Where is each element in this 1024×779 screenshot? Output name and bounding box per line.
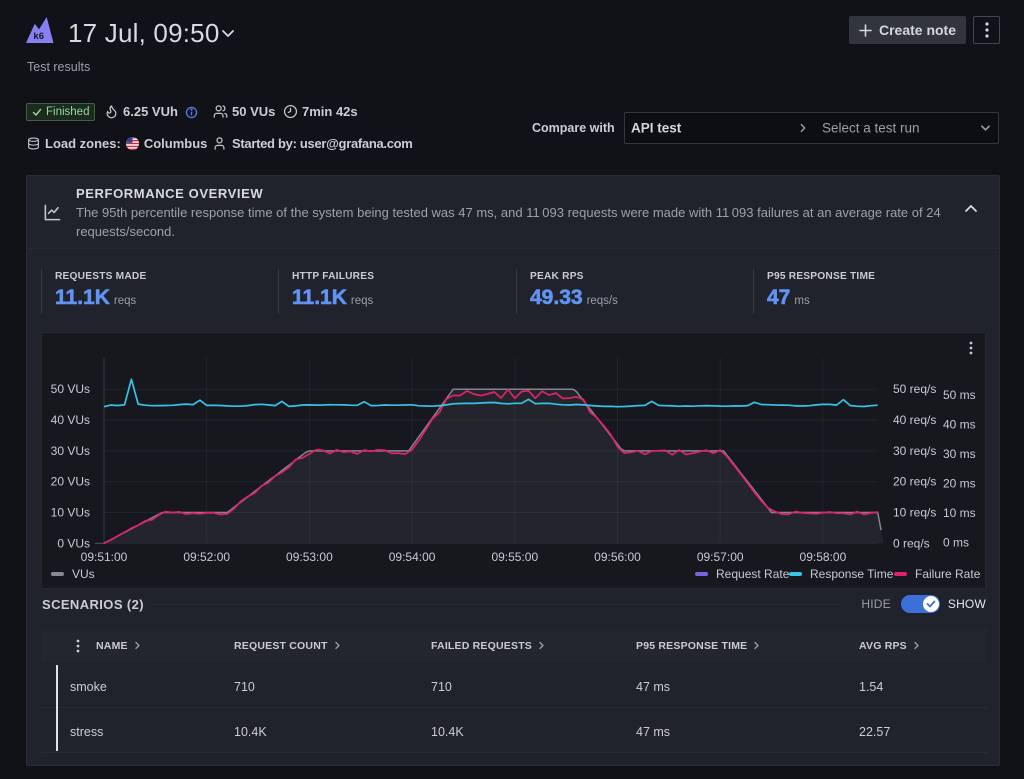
svg-text:0 ms: 0 ms bbox=[943, 536, 969, 550]
svg-text:40 ms: 40 ms bbox=[943, 418, 976, 432]
svg-text:09:57:00: 09:57:00 bbox=[697, 550, 744, 564]
svg-text:10 req/s: 10 req/s bbox=[893, 506, 936, 520]
svg-text:09:52:00: 09:52:00 bbox=[183, 550, 230, 564]
svg-text:30 req/s: 30 req/s bbox=[893, 444, 936, 458]
svg-text:09:56:00: 09:56:00 bbox=[594, 550, 641, 564]
svg-text:k6: k6 bbox=[33, 31, 44, 42]
svg-text:50 VUs: 50 VUs bbox=[51, 382, 90, 396]
svg-text:20 req/s: 20 req/s bbox=[893, 475, 936, 489]
svg-text:09:51:00: 09:51:00 bbox=[81, 550, 128, 564]
svg-text:50 req/s: 50 req/s bbox=[893, 382, 936, 396]
svg-text:10 ms: 10 ms bbox=[943, 506, 976, 520]
svg-text:20 VUs: 20 VUs bbox=[51, 475, 90, 489]
svg-text:0 req/s: 0 req/s bbox=[893, 536, 930, 550]
svg-text:10 VUs: 10 VUs bbox=[51, 506, 90, 520]
svg-text:40 req/s: 40 req/s bbox=[893, 413, 936, 427]
svg-text:09:58:00: 09:58:00 bbox=[800, 550, 847, 564]
svg-text:40 VUs: 40 VUs bbox=[51, 413, 90, 427]
svg-text:09:54:00: 09:54:00 bbox=[389, 550, 436, 564]
svg-text:0 VUs: 0 VUs bbox=[57, 536, 90, 550]
svg-text:50 ms: 50 ms bbox=[943, 388, 976, 402]
svg-text:30 ms: 30 ms bbox=[943, 447, 976, 461]
svg-text:09:53:00: 09:53:00 bbox=[286, 550, 333, 564]
svg-text:20 ms: 20 ms bbox=[943, 477, 976, 491]
svg-text:30 VUs: 30 VUs bbox=[51, 444, 90, 458]
svg-text:09:55:00: 09:55:00 bbox=[491, 550, 538, 564]
